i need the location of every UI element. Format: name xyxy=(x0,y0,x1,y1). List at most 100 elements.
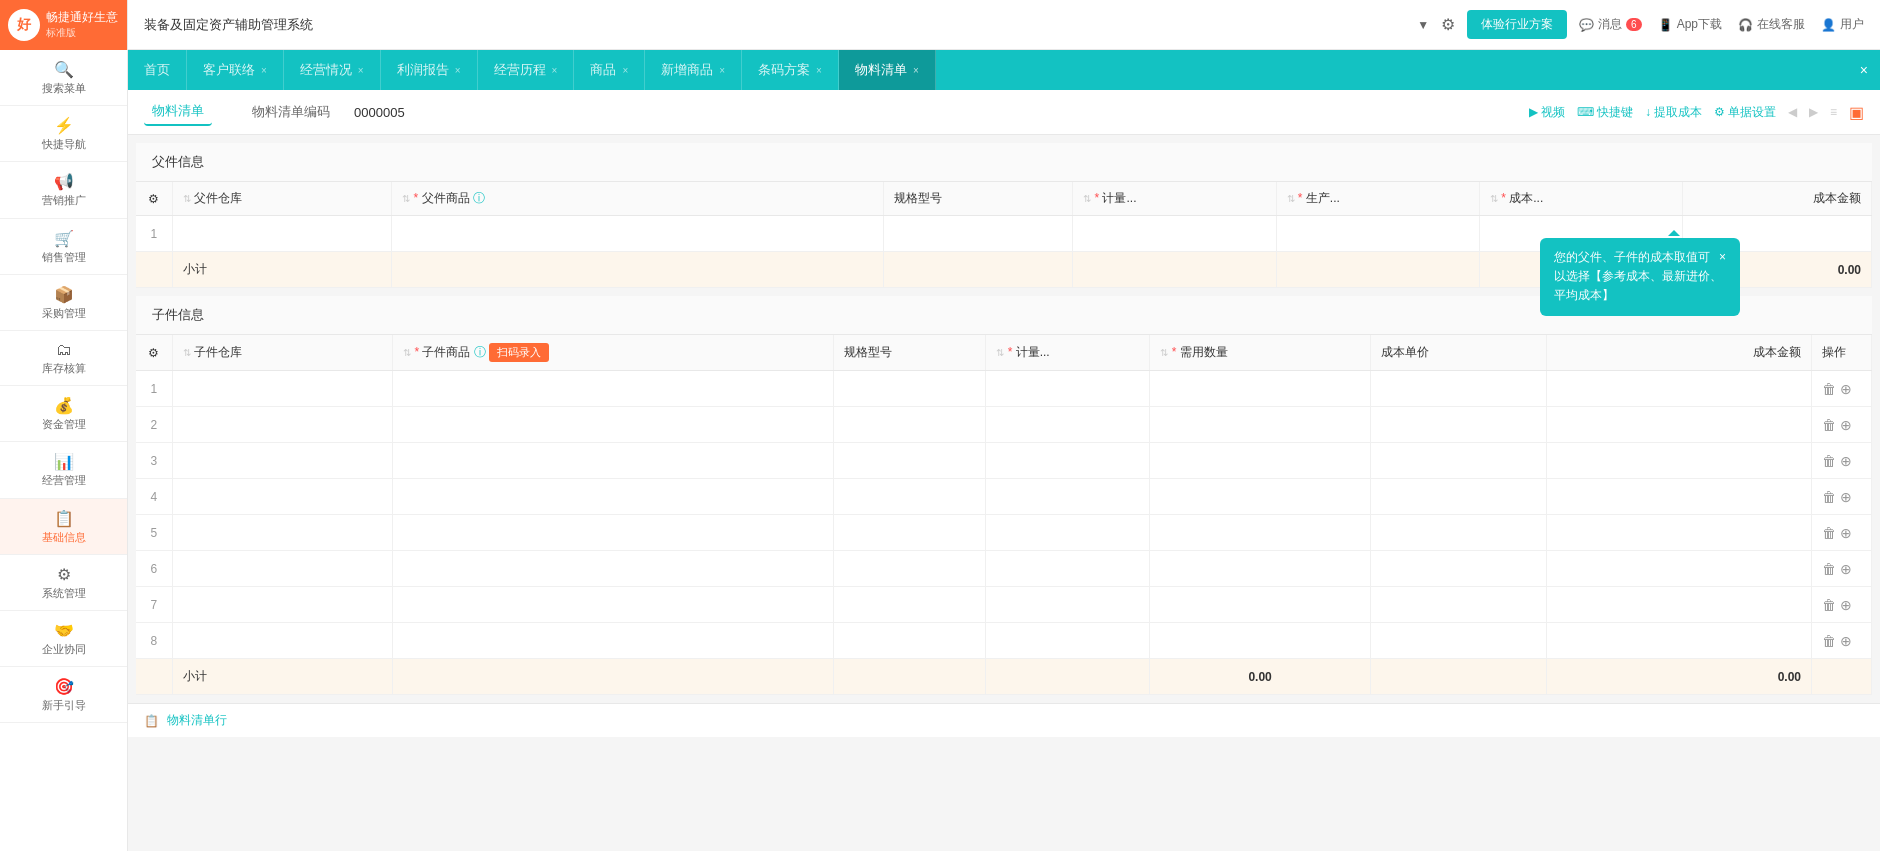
sidebar-item-purchase[interactable]: 📦 采购管理 xyxy=(0,275,127,331)
dropdown-arrow[interactable]: ▼ xyxy=(1417,18,1429,32)
sidebar-item-cooperation[interactable]: 🤝 企业协同 xyxy=(0,611,127,667)
parent-cell-production[interactable] xyxy=(1276,216,1479,252)
child-cell-cost-amount-8[interactable] xyxy=(1547,623,1812,659)
child-cell-warehouse-5[interactable] xyxy=(172,515,393,551)
copy-icon-6[interactable]: ⊕ xyxy=(1840,561,1852,577)
sub-nav-bom-list[interactable]: 物料清单 xyxy=(144,98,212,126)
child-cell-quantity-6[interactable] xyxy=(986,551,1150,587)
child-cell-needed-2[interactable] xyxy=(1150,407,1371,443)
child-cell-product-6[interactable] xyxy=(393,551,834,587)
tab-operation-history[interactable]: 经营历程 × xyxy=(478,50,575,90)
child-cell-needed-7[interactable] xyxy=(1150,587,1371,623)
child-cell-needed-3[interactable] xyxy=(1150,443,1371,479)
child-cell-quantity-3[interactable] xyxy=(986,443,1150,479)
child-cell-spec-1[interactable] xyxy=(834,371,986,407)
child-cell-spec-4[interactable] xyxy=(834,479,986,515)
child-cell-cost-unit-6[interactable] xyxy=(1370,551,1546,587)
child-cell-product-2[interactable] xyxy=(393,407,834,443)
tab-bom-close[interactable]: × xyxy=(913,65,919,76)
online-service-action[interactable]: 🎧 在线客服 xyxy=(1738,16,1805,33)
child-cell-cost-unit-7[interactable] xyxy=(1370,587,1546,623)
parent-th-production-sort[interactable]: ⇅ xyxy=(1287,193,1295,204)
nav-list[interactable]: ≡ xyxy=(1830,105,1837,119)
bottom-bar[interactable]: 📋 物料清单行 xyxy=(128,703,1880,737)
sub-nav-bom-code-label[interactable]: 物料清单编码 xyxy=(244,99,338,125)
child-th-quantity-sort[interactable]: ⇅ xyxy=(996,347,1004,358)
sidebar-item-sales[interactable]: 🛒 销售管理 xyxy=(0,219,127,275)
tab-customer[interactable]: 客户联络 × xyxy=(187,50,284,90)
copy-icon-3[interactable]: ⊕ xyxy=(1840,453,1852,469)
child-cell-spec-3[interactable] xyxy=(834,443,986,479)
child-cell-quantity-8[interactable] xyxy=(986,623,1150,659)
child-cell-quantity-4[interactable] xyxy=(986,479,1150,515)
child-th-warehouse-sort[interactable]: ⇅ xyxy=(183,347,191,358)
child-cell-cost-unit-1[interactable] xyxy=(1370,371,1546,407)
child-cell-warehouse-1[interactable] xyxy=(172,371,393,407)
child-cell-product-3[interactable] xyxy=(393,443,834,479)
trial-btn[interactable]: 体验行业方案 xyxy=(1467,10,1567,39)
child-cell-needed-6[interactable] xyxy=(1150,551,1371,587)
parent-th-warehouse-sort[interactable]: ⇅ xyxy=(183,193,191,204)
child-cell-quantity-2[interactable] xyxy=(986,407,1150,443)
child-cell-cost-unit-8[interactable] xyxy=(1370,623,1546,659)
child-cell-cost-amount-5[interactable] xyxy=(1547,515,1812,551)
app-download-action[interactable]: 📱 App下载 xyxy=(1658,16,1722,33)
sidebar-item-marketing[interactable]: 📢 营销推广 xyxy=(0,162,127,218)
settings-icon[interactable]: ⚙ xyxy=(1441,15,1455,34)
nav-prev[interactable]: ◀ xyxy=(1788,105,1797,119)
sidebar-item-system[interactable]: ⚙ 系统管理 xyxy=(0,555,127,611)
delete-icon-1[interactable]: 🗑 xyxy=(1822,381,1836,397)
tab-operation-history-close[interactable]: × xyxy=(552,65,558,76)
tab-barcode-close[interactable]: × xyxy=(816,65,822,76)
child-cell-warehouse-2[interactable] xyxy=(172,407,393,443)
sidebar-item-quick-nav[interactable]: ⚡ 快捷导航 xyxy=(0,106,127,162)
child-cell-quantity-7[interactable] xyxy=(986,587,1150,623)
copy-icon-5[interactable]: ⊕ xyxy=(1840,525,1852,541)
child-cell-cost-unit-5[interactable] xyxy=(1370,515,1546,551)
child-th-settings[interactable]: ⚙ xyxy=(136,335,172,371)
tab-customer-close[interactable]: × xyxy=(261,65,267,76)
delete-icon-3[interactable]: 🗑 xyxy=(1822,453,1836,469)
child-cell-warehouse-3[interactable] xyxy=(172,443,393,479)
sidebar-item-search[interactable]: 🔍 搜索菜单 xyxy=(0,50,127,106)
delete-icon-5[interactable]: 🗑 xyxy=(1822,525,1836,541)
tooltip-close[interactable]: × xyxy=(1719,248,1726,267)
parent-cell-quantity[interactable] xyxy=(1073,216,1276,252)
copy-icon-8[interactable]: ⊕ xyxy=(1840,633,1852,649)
tab-home[interactable]: 首页 xyxy=(128,50,187,90)
tab-new-product[interactable]: 新增商品 × xyxy=(645,50,742,90)
child-cell-quantity-5[interactable] xyxy=(986,515,1150,551)
tab-barcode[interactable]: 条码方案 × xyxy=(742,50,839,90)
child-th-product-sort[interactable]: ⇅ xyxy=(403,347,411,358)
parent-th-product-sort[interactable]: ⇅ xyxy=(402,193,410,204)
sidebar-item-finance[interactable]: 💰 资金管理 xyxy=(0,386,127,442)
child-cell-needed-5[interactable] xyxy=(1150,515,1371,551)
video-action[interactable]: ▶ 视频 xyxy=(1529,104,1565,121)
parent-cell-warehouse[interactable] xyxy=(172,216,392,252)
child-cell-cost-unit-4[interactable] xyxy=(1370,479,1546,515)
parent-cell-product[interactable] xyxy=(392,216,884,252)
child-cell-needed-8[interactable] xyxy=(1150,623,1371,659)
child-cell-spec-6[interactable] xyxy=(834,551,986,587)
parent-th-quantity-sort[interactable]: ⇅ xyxy=(1083,193,1091,204)
child-cell-product-7[interactable] xyxy=(393,587,834,623)
copy-icon-7[interactable]: ⊕ xyxy=(1840,597,1852,613)
child-cell-spec-8[interactable] xyxy=(834,623,986,659)
child-cell-needed-1[interactable] xyxy=(1150,371,1371,407)
child-cell-warehouse-7[interactable] xyxy=(172,587,393,623)
child-cell-cost-unit-3[interactable] xyxy=(1370,443,1546,479)
child-cell-cost-amount-7[interactable] xyxy=(1547,587,1812,623)
tab-profit-report[interactable]: 利润报告 × xyxy=(381,50,478,90)
single-settings-action[interactable]: ⚙ 单据设置 xyxy=(1714,104,1776,121)
delete-icon-2[interactable]: 🗑 xyxy=(1822,417,1836,433)
tab-bom[interactable]: 物料清单 × xyxy=(839,50,936,90)
tab-operation-status[interactable]: 经营情况 × xyxy=(284,50,381,90)
child-cell-spec-2[interactable] xyxy=(834,407,986,443)
child-th-needed-sort[interactable]: ⇅ xyxy=(1160,347,1168,358)
child-cell-product-4[interactable] xyxy=(393,479,834,515)
delete-icon-4[interactable]: 🗑 xyxy=(1822,489,1836,505)
nav-add[interactable]: ▣ xyxy=(1849,103,1864,122)
copy-icon-2[interactable]: ⊕ xyxy=(1840,417,1852,433)
child-cell-warehouse-8[interactable] xyxy=(172,623,393,659)
copy-icon-4[interactable]: ⊕ xyxy=(1840,489,1852,505)
